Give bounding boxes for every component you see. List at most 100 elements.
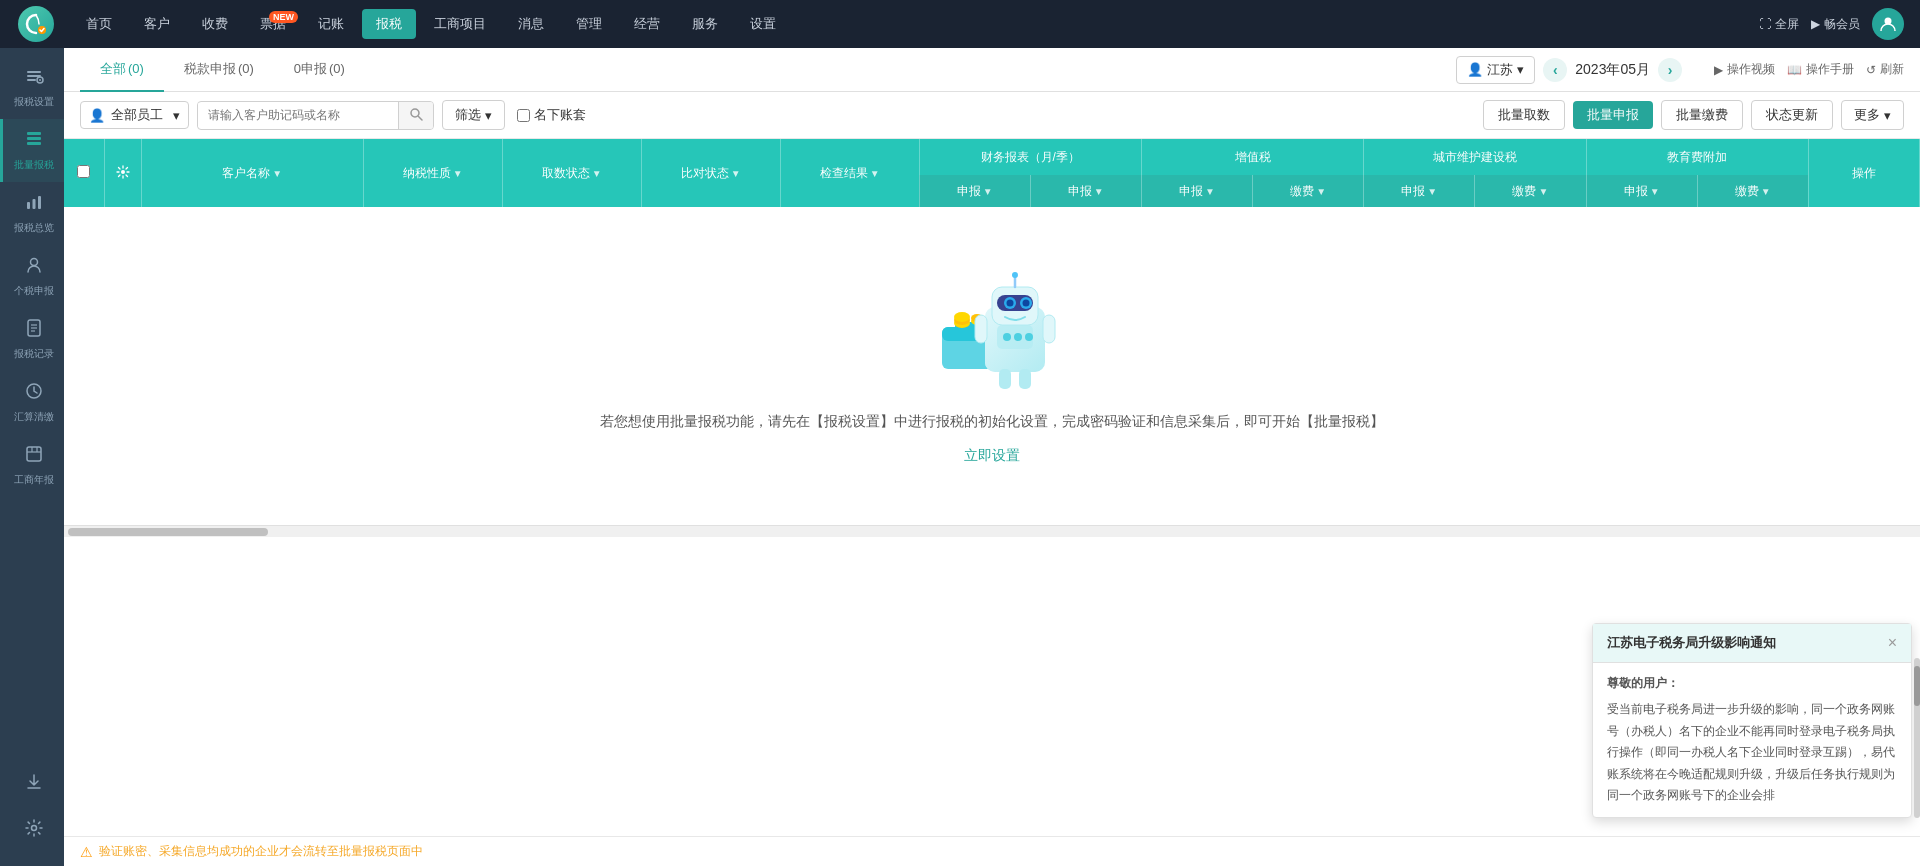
logo-icon (18, 6, 54, 42)
fullscreen-btn[interactable]: ⛶ 全屏 (1759, 16, 1799, 33)
search-button[interactable] (398, 102, 433, 129)
notification-scroll-thumb[interactable] (1914, 666, 1920, 706)
filter-edu-pay-icon[interactable]: ▼ (1761, 186, 1771, 197)
avatar[interactable] (1872, 8, 1904, 40)
filter-button[interactable]: 筛选 ▾ (442, 100, 505, 130)
more-btn[interactable]: 更多 ▾ (1841, 100, 1904, 130)
filter-customer-icon[interactable]: ▼ (272, 168, 282, 179)
refresh-btn[interactable]: ↺ 刷新 (1866, 61, 1904, 78)
sidebar-item-tax-settings[interactable]: 报税设置 (0, 56, 64, 119)
svg-rect-7 (27, 137, 41, 140)
sidebar-item-tax-overview[interactable]: 报税总览 (0, 182, 64, 245)
operation-manual-link[interactable]: 📖 操作手册 (1787, 61, 1854, 78)
svg-rect-50 (1043, 315, 1055, 343)
member-btn[interactable]: ▶ 畅会员 (1811, 16, 1860, 33)
tab-all[interactable]: 全部 (0) (80, 48, 164, 92)
th-city-construction-tax: 城市维护建设税 (1364, 139, 1586, 175)
select-all-checkbox[interactable] (77, 165, 90, 178)
th-vat-pay: 缴费▼ (1253, 175, 1364, 207)
province-selector[interactable]: 👤 江苏 ▾ (1456, 56, 1535, 84)
empty-main-text: 若您想使用批量报税功能，请先在【报税设置】中进行报税的初始化设置，完成密码验证和… (600, 413, 1384, 431)
h-scroll-thumb[interactable] (68, 528, 268, 536)
nav-commerce[interactable]: 工商项目 (420, 9, 500, 39)
operation-video-link[interactable]: ▶ 操作视频 (1714, 61, 1775, 78)
nav-service[interactable]: 服务 (678, 9, 732, 39)
nav-billing[interactable]: 收费 (188, 9, 242, 39)
nav-tax[interactable]: 报税 (362, 9, 416, 39)
nav-accounting[interactable]: 记账 (304, 9, 358, 39)
filter-edu-declare-icon[interactable]: ▼ (1650, 186, 1660, 197)
svg-rect-6 (27, 132, 41, 135)
batch-pay-btn[interactable]: 批量缴费 (1661, 100, 1743, 130)
filter-city-declare-icon[interactable]: ▼ (1427, 186, 1437, 197)
employee-filter[interactable]: 👤 全部员工 ▾ (80, 101, 189, 129)
sidebar-item-batch-tax[interactable]: 批量报税 (0, 119, 64, 182)
svg-point-23 (411, 109, 419, 117)
batch-declare-btn[interactable]: 批量申报 (1573, 101, 1653, 129)
svg-point-12 (30, 259, 37, 266)
date-navigation: ‹ 2023年05月 › (1543, 58, 1682, 82)
nav-customer[interactable]: 客户 (130, 9, 184, 39)
tax-overview-icon (24, 192, 44, 217)
robot-illustration (927, 267, 1057, 397)
horizontal-scrollbar[interactable] (64, 525, 1920, 537)
accounts-checkbox[interactable] (517, 109, 530, 122)
nav-settings[interactable]: 设置 (736, 9, 790, 39)
sidebar-item-personal-tax[interactable]: 个税申报 (0, 245, 64, 308)
svg-rect-18 (27, 447, 41, 461)
nav-invoice[interactable]: 票据 NEW (246, 9, 300, 39)
svg-line-24 (419, 116, 423, 120)
sidebar-download[interactable] (0, 762, 64, 804)
col-customer-label: 客户名称 (222, 165, 270, 182)
nav-operations[interactable]: 经营 (620, 9, 674, 39)
sidebar-item-annual-report[interactable]: 工商年报 (0, 434, 64, 497)
person-icon: 👤 (1467, 62, 1483, 77)
filter-check-icon[interactable]: ▼ (870, 168, 880, 179)
svg-rect-52 (1019, 369, 1031, 389)
svg-point-46 (1003, 333, 1011, 341)
filter-tax-nature-icon[interactable]: ▼ (453, 168, 463, 179)
sidebar-item-tax-records[interactable]: 报税记录 (0, 308, 64, 371)
settlement-icon (24, 381, 44, 406)
search-input[interactable] (198, 103, 398, 127)
filter-chevron-icon: ▾ (485, 108, 492, 123)
filter-vat-pay-icon[interactable]: ▼ (1316, 186, 1326, 197)
nav-home[interactable]: 首页 (72, 9, 126, 39)
more-chevron-icon: ▾ (1884, 108, 1891, 123)
svg-point-31 (954, 312, 970, 322)
th-fin-declare2: 申报▼ (1030, 175, 1141, 207)
tab-tax-declare[interactable]: 税款申报 (0) (164, 48, 274, 92)
app-logo[interactable] (16, 4, 56, 44)
filter-vat-declare-icon[interactable]: ▼ (1205, 186, 1215, 197)
bottom-bar: ⚠ 验证账密、采集信息均成功的企业才会流转至批量报税页面中 (64, 836, 1920, 866)
th-action: 操作 (1808, 139, 1919, 207)
svg-rect-9 (27, 202, 30, 209)
sidebar-item-settlement[interactable]: 汇算清缴 (0, 371, 64, 434)
employee-icon: 👤 (89, 108, 105, 123)
filter-fin-declare-icon[interactable]: ▼ (983, 186, 993, 197)
filter-compare-icon[interactable]: ▼ (731, 168, 741, 179)
prev-month-btn[interactable]: ‹ (1543, 58, 1567, 82)
tabs-actions: ▶ 操作视频 📖 操作手册 ↺ 刷新 (1714, 61, 1904, 78)
search-wrap (197, 101, 434, 130)
tab-zero-declare[interactable]: 0申报 (0) (274, 48, 365, 92)
batch-fetch-btn[interactable]: 批量取数 (1483, 100, 1565, 130)
settings-icon (24, 818, 44, 840)
nav-management[interactable]: 管理 (562, 9, 616, 39)
svg-point-42 (1006, 300, 1013, 307)
filter-fin-declare2-icon[interactable]: ▼ (1094, 186, 1104, 197)
nav-message[interactable]: 消息 (504, 9, 558, 39)
toolbar-right: 批量取数 批量申报 批量缴费 状态更新 更多 ▾ (1483, 100, 1904, 130)
status-update-btn[interactable]: 状态更新 (1751, 100, 1833, 130)
sidebar: 报税设置 批量报税 报税总览 (0, 48, 64, 866)
filter-fetch-icon[interactable]: ▼ (592, 168, 602, 179)
sidebar-settings[interactable] (0, 808, 64, 850)
accounts-checkbox-label[interactable]: 名下账套 (517, 106, 586, 124)
next-month-btn[interactable]: › (1658, 58, 1682, 82)
svg-point-47 (1014, 333, 1022, 341)
setup-link[interactable]: 立即设置 (964, 447, 1020, 465)
notification-close-btn[interactable]: × (1888, 635, 1897, 651)
notification-scrollbar[interactable] (1914, 658, 1920, 818)
nav-right-actions: ⛶ 全屏 ▶ 畅会员 (1759, 8, 1904, 40)
filter-city-pay-icon[interactable]: ▼ (1538, 186, 1548, 197)
